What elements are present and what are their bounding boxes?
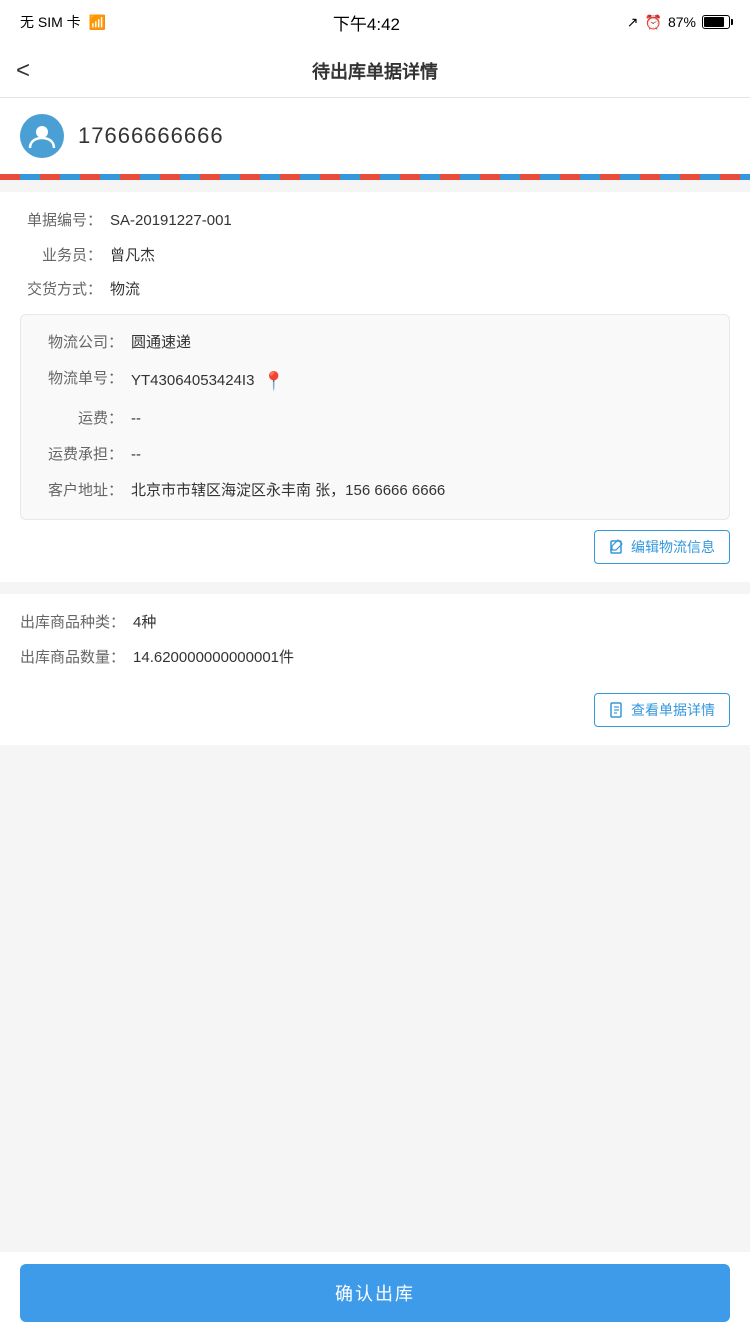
goods-kinds-label: 出库商品种类： xyxy=(20,612,133,635)
order-info-section: 单据编号： SA-20191227-001 业务员： 曾凡杰 交货方式： 物流 … xyxy=(0,192,750,582)
track-no-row: 物流单号： YT43064053424I3 📍 xyxy=(41,367,709,396)
back-button[interactable]: < xyxy=(16,57,30,85)
freight-bearer-label: 运费承担： xyxy=(41,443,131,467)
battery-label: 87% xyxy=(668,14,696,30)
goods-kinds-value: 4种 xyxy=(133,612,730,635)
customer-phone: 17666666666 xyxy=(78,123,224,149)
address-label: 客户地址： xyxy=(41,479,131,503)
alarm-icon: ⏰ xyxy=(645,14,662,31)
address-row: 客户地址： 北京市市辖区海淀区永丰南 张，156 6666 6666 xyxy=(41,479,709,503)
goods-quantity-row: 出库商品数量： 14.620000000000001件 xyxy=(20,647,730,670)
track-no-value: YT43064053424I3 📍 xyxy=(131,367,709,396)
freight-row: 运费： -- xyxy=(41,407,709,431)
freight-label: 运费： xyxy=(41,407,131,431)
sales-person-value: 曾凡杰 xyxy=(110,245,730,268)
view-detail-button[interactable]: 查看单据详情 xyxy=(594,693,730,727)
location-status-icon: ↗ xyxy=(627,14,639,31)
order-no-value: SA-20191227-001 xyxy=(110,210,730,233)
edit-icon xyxy=(609,539,625,555)
status-right: ↗ ⏰ 87% xyxy=(627,14,730,31)
carrier-label: 无 SIM 卡 xyxy=(20,12,81,32)
view-detail-btn-wrap: 查看单据详情 xyxy=(20,681,730,727)
sales-person-row: 业务员： 曾凡杰 xyxy=(20,245,730,268)
goods-kinds-row: 出库商品种类： 4种 xyxy=(20,612,730,635)
deco-line xyxy=(0,174,750,180)
goods-quantity-label: 出库商品数量： xyxy=(20,647,133,670)
order-no-row: 单据编号： SA-20191227-001 xyxy=(20,210,730,233)
spacer xyxy=(0,745,750,945)
track-location-icon[interactable]: 📍 xyxy=(262,367,284,396)
order-no-label: 单据编号： xyxy=(20,210,110,233)
doc-icon xyxy=(609,702,625,718)
logistics-box: 物流公司： 圆通速递 物流单号： YT43064053424I3 📍 运费： -… xyxy=(20,314,730,521)
confirm-btn-wrap: 确认出库 xyxy=(0,1252,750,1334)
company-row: 物流公司： 圆通速递 xyxy=(41,331,709,355)
edit-btn-wrap: 编辑物流信息 xyxy=(20,520,730,564)
delivery-label: 交货方式： xyxy=(20,279,110,302)
track-no-label: 物流单号： xyxy=(41,367,131,391)
customer-header: 17666666666 xyxy=(0,98,750,174)
avatar xyxy=(20,114,64,158)
edit-logistics-button[interactable]: 编辑物流信息 xyxy=(594,530,730,564)
status-bar: 无 SIM 卡 📶 下午4:42 ↗ ⏰ 87% xyxy=(0,0,750,44)
battery-fill xyxy=(704,17,724,27)
address-value: 北京市市辖区海淀区永丰南 张，156 6666 6666 xyxy=(131,479,709,503)
wifi-icon: 📶 xyxy=(89,14,106,31)
goods-quantity-value: 14.620000000000001件 xyxy=(133,647,730,670)
company-value: 圆通速递 xyxy=(131,331,709,355)
nav-bar: < 待出库单据详情 xyxy=(0,44,750,98)
freight-bearer-value: -- xyxy=(131,443,709,467)
delivery-value: 物流 xyxy=(110,279,730,302)
company-label: 物流公司： xyxy=(41,331,131,355)
freight-value: -- xyxy=(131,407,709,431)
freight-bearer-row: 运费承担： -- xyxy=(41,443,709,467)
confirm-button[interactable]: 确认出库 xyxy=(20,1264,730,1322)
sales-person-label: 业务员： xyxy=(20,245,110,268)
delivery-row: 交货方式： 物流 xyxy=(20,279,730,302)
status-left: 无 SIM 卡 📶 xyxy=(20,12,106,32)
goods-section: 出库商品种类： 4种 出库商品数量： 14.620000000000001件 查… xyxy=(0,594,750,745)
status-time: 下午4:42 xyxy=(333,10,400,35)
page-title: 待出库单据详情 xyxy=(312,58,438,84)
battery-icon xyxy=(702,15,730,29)
